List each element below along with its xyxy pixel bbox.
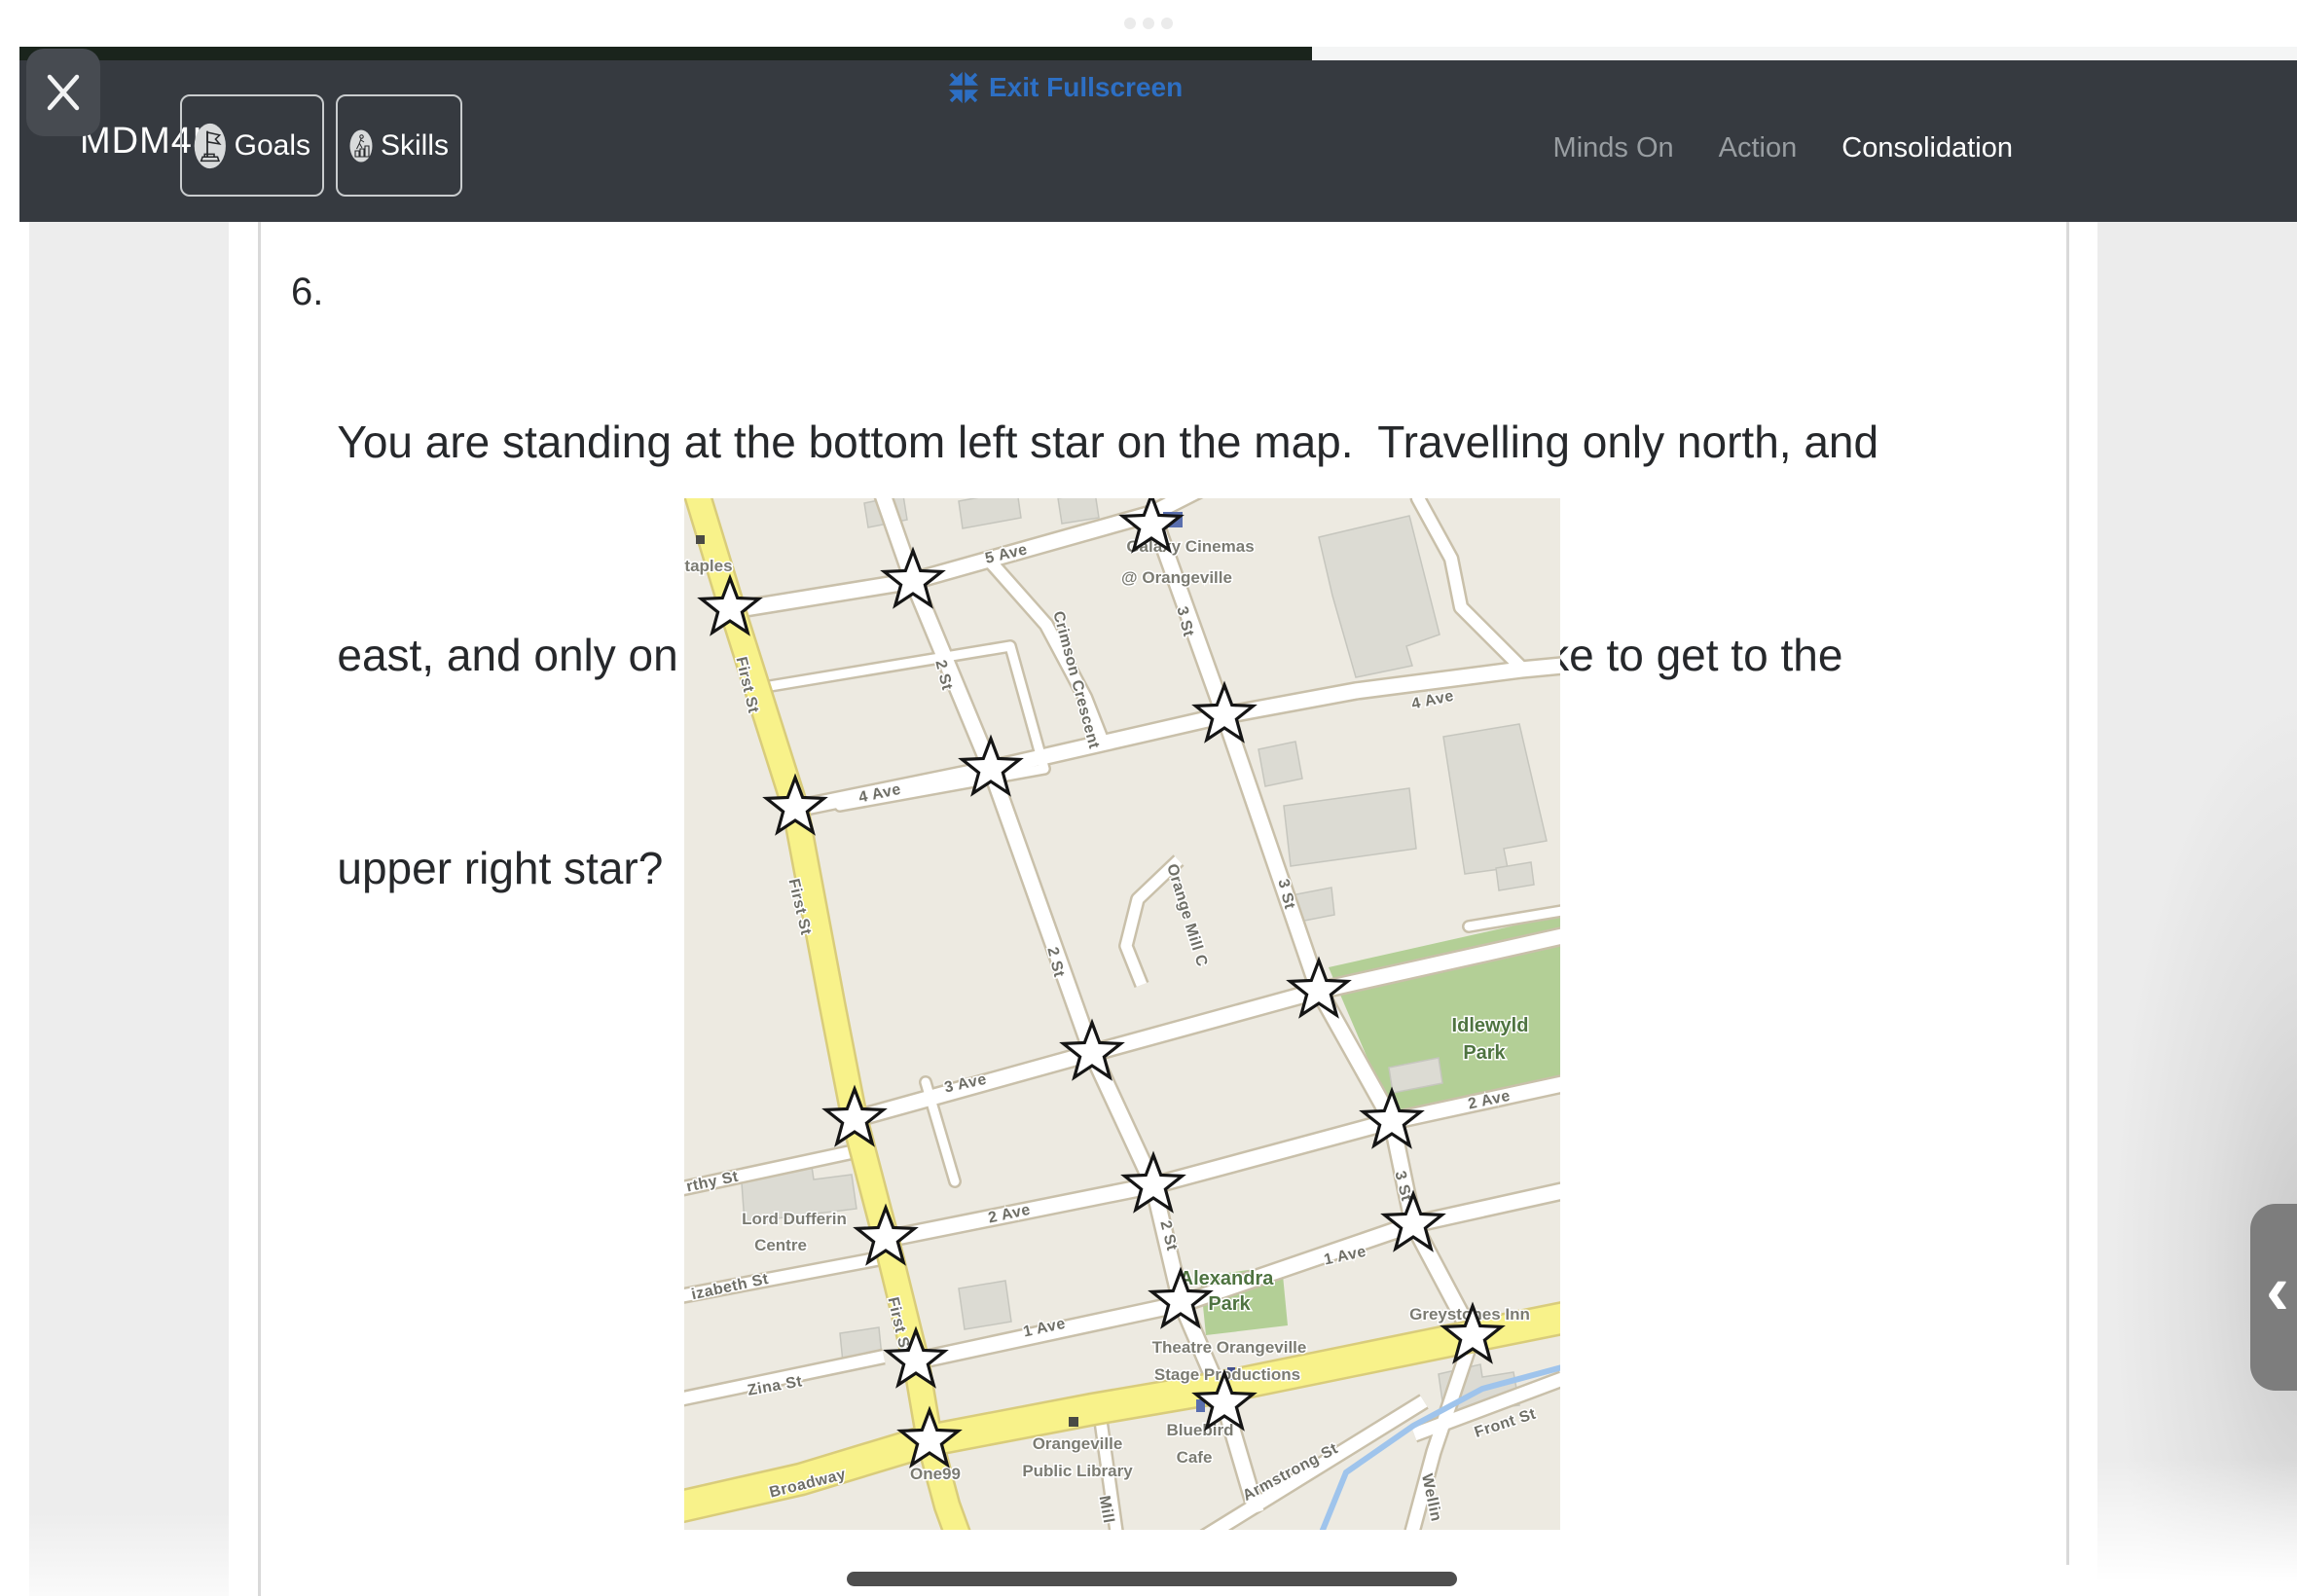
lesson-nav: Minds On Action Consolidation (1553, 132, 2013, 164)
map-label: Park (1463, 1042, 1506, 1064)
map-label: Park (1208, 1293, 1251, 1315)
exit-fullscreen-label: Exit Fullscreen (989, 72, 1183, 103)
map-building (959, 1281, 1011, 1329)
map-label: Bluebird (1167, 1421, 1234, 1439)
right-margin-panel (2097, 222, 2297, 1596)
chevron-left-icon: ‹ (2266, 1247, 2289, 1334)
climb-steps-icon (349, 111, 373, 181)
map-image: 5 Ave4 Ave4 Ave3 Ave2 Ave2 Ave1 Ave1 Ave… (684, 498, 1560, 1530)
close-icon (42, 71, 85, 114)
map-label: @ Orangeville (1121, 568, 1232, 587)
window-titlebar (0, 0, 2297, 47)
accent-strip (19, 47, 1312, 60)
tab-consolidation[interactable]: Consolidation (1841, 132, 2013, 164)
window-drag-dots-icon[interactable] (1124, 18, 1173, 29)
left-margin-panel (29, 222, 229, 1596)
skills-button[interactable]: Skills (336, 94, 462, 197)
map-label: Cafe (1177, 1448, 1213, 1467)
skills-label: Skills (381, 129, 449, 163)
horizontal-scrollbar[interactable] (847, 1572, 1457, 1586)
content-right-border (2066, 222, 2069, 1565)
question-number: 6. (291, 265, 323, 1046)
tab-minds-on[interactable]: Minds On (1553, 132, 1674, 164)
map-label: Idlewyld (1452, 1015, 1529, 1036)
library-marker (1069, 1417, 1078, 1427)
collapse-panel-tab[interactable]: ‹ (2250, 1204, 2297, 1391)
exit-fullscreen-button[interactable]: Exit Fullscreen (942, 68, 1188, 107)
goals-button[interactable]: Goals (180, 94, 324, 197)
content-left-border (258, 222, 261, 1596)
flag-icon (194, 111, 227, 181)
map-label: One99 (910, 1465, 961, 1483)
map-label: Theatre Orangeville (1152, 1338, 1307, 1357)
lesson-header: MDM4U Goals Skills Exit Fullscreen (19, 60, 2297, 222)
collapse-arrows-icon (948, 69, 979, 106)
map-label: Public Library (1022, 1462, 1133, 1480)
map-label: taples (684, 557, 732, 575)
map-label: Orangeville (1033, 1434, 1123, 1453)
map-building (1496, 862, 1534, 890)
question-line: You are standing at the bottom left star… (337, 407, 2050, 478)
accent-strip-right (1312, 47, 2297, 60)
map-label: Centre (754, 1236, 807, 1254)
map-building (1258, 742, 1302, 786)
map-label: Alexandra (1180, 1268, 1275, 1289)
close-button[interactable] (26, 49, 100, 136)
map-label: Lord Dufferin (742, 1210, 847, 1228)
tab-action[interactable]: Action (1719, 132, 1798, 164)
staples-marker (696, 535, 705, 544)
goals-label: Goals (235, 129, 310, 163)
